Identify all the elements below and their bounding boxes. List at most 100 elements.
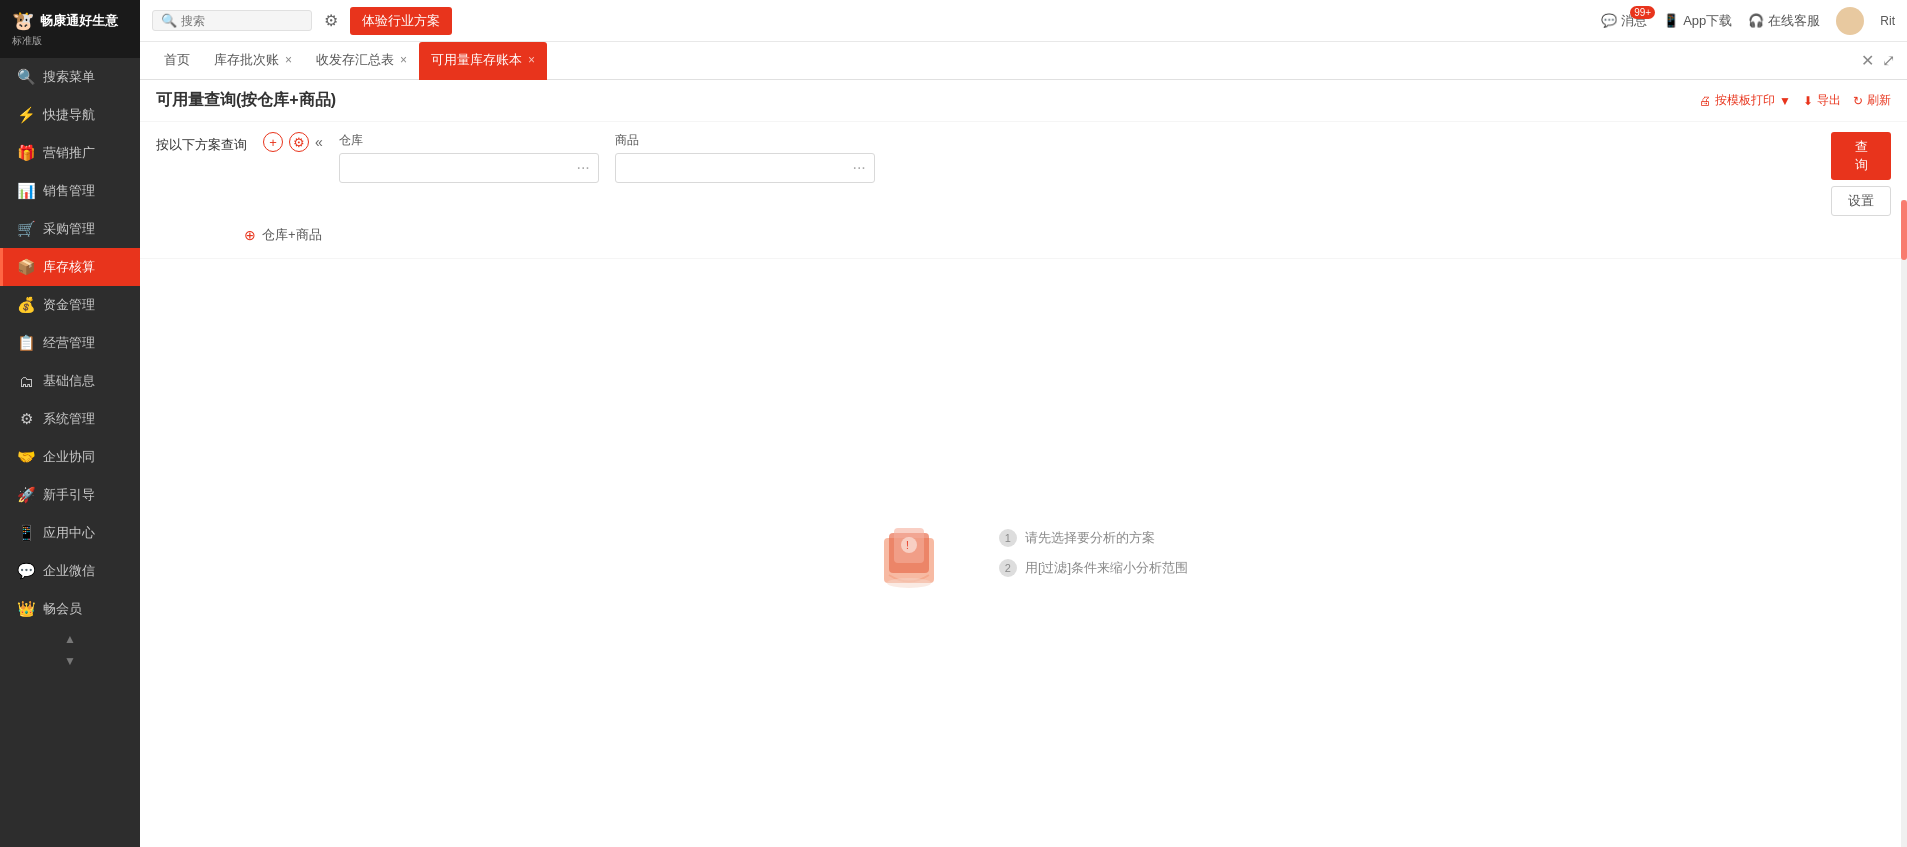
goods-label: 商品 <box>615 132 875 149</box>
app-download-btn[interactable]: 📱 App下载 <box>1663 12 1732 30</box>
query-btn[interactable]: 查询 <box>1831 132 1891 180</box>
refresh-label: 刷新 <box>1867 92 1891 109</box>
gear-icon: ⚙ <box>17 410 35 428</box>
sidebar-scroll: 🔍 搜索菜单 ⚡ 快捷导航 🎁 营销推广 📊 销售管理 🛒 采购管理 📦 库存核… <box>0 58 140 847</box>
tabs-right: ✕ ⤢ <box>1861 51 1895 70</box>
hint-num-2: 2 <box>999 559 1017 577</box>
tab-available-ledger-close[interactable]: × <box>528 53 535 67</box>
tab-home-label: 首页 <box>164 51 190 69</box>
main-wrapper: 🔍 ⚙ 体验行业方案 💬 消息 99+ 📱 App下载 🎧 在线客服 Rit <box>140 0 1907 847</box>
empty-state: ! 1 请先选择要分析的方案 2 用[过滤]条件来缩小分析范围 <box>140 259 1907 847</box>
search-icon: 🔍 <box>17 68 35 86</box>
query-label: 按以下方案查询 <box>156 132 247 154</box>
trial-btn[interactable]: 体验行业方案 <box>350 7 452 35</box>
filter-fields: 仓库 ··· 商品 ··· <box>339 132 1815 183</box>
warehouse-input[interactable]: ··· <box>339 153 599 183</box>
right-scrollbar[interactable] <box>1901 200 1907 847</box>
query-row: 按以下方案查询 + ⚙ « 仓库 ··· <box>156 132 1891 216</box>
sidebar-item-search[interactable]: 🔍 搜索菜单 <box>0 58 140 96</box>
sidebar-scroll-up[interactable]: ▲ <box>0 628 140 650</box>
tab-home[interactable]: 首页 <box>152 42 202 80</box>
empty-hints: 1 请先选择要分析的方案 2 用[过滤]条件来缩小分析范围 <box>999 529 1188 577</box>
gear-icon[interactable]: ⚙ <box>320 7 342 34</box>
service-label: 在线客服 <box>1768 12 1820 30</box>
sidebar-item-member[interactable]: 👑 畅会员 <box>0 590 140 628</box>
settings-scheme-btn[interactable]: ⚙ <box>289 132 309 152</box>
topbar-search-box[interactable]: 🔍 <box>152 10 312 31</box>
tab-batch-ledger[interactable]: 库存批次账 × <box>202 42 304 80</box>
username: Rit <box>1880 14 1895 28</box>
tab-available-ledger[interactable]: 可用量库存账本 × <box>419 42 547 80</box>
sidebar-item-label: 搜索菜单 <box>43 68 95 86</box>
phone-icon: 📱 <box>17 524 35 542</box>
sidebar-scroll-down[interactable]: ▼ <box>0 650 140 672</box>
sidebar-item-wechat[interactable]: 💬 企业微信 <box>0 552 140 590</box>
sidebar-item-apps[interactable]: 📱 应用中心 <box>0 514 140 552</box>
add-scheme-btn[interactable]: + <box>263 132 283 152</box>
sidebar-item-system[interactable]: ⚙ 系统管理 <box>0 400 140 438</box>
sidebar-item-label: 系统管理 <box>43 410 95 428</box>
scheme-item-warehouse-goods[interactable]: ⊕ 仓库+商品 <box>236 222 1891 248</box>
hint-text-2: 用[过滤]条件来缩小分析范围 <box>1025 559 1188 577</box>
message-badge: 99+ <box>1630 6 1655 19</box>
lightning-icon: ⚡ <box>17 106 35 124</box>
scheme-item-label: 仓库+商品 <box>262 226 322 244</box>
sidebar-item-enterprise[interactable]: 🤝 企业协同 <box>0 438 140 476</box>
goods-dots-btn[interactable]: ··· <box>852 159 865 177</box>
refresh-icon: ↻ <box>1853 94 1863 108</box>
sidebar-item-sales[interactable]: 📊 销售管理 <box>0 172 140 210</box>
tab-receipt-summary-close[interactable]: × <box>400 53 407 67</box>
sidebar-item-inventory[interactable]: 📦 库存核算 <box>0 248 140 286</box>
handshake-icon: 🤝 <box>17 448 35 466</box>
hint-text-1: 请先选择要分析的方案 <box>1025 529 1155 547</box>
tab-receipt-summary[interactable]: 收发存汇总表 × <box>304 42 419 80</box>
export-icon: ⬇ <box>1803 94 1813 108</box>
empty-hint-1: 1 请先选择要分析的方案 <box>999 529 1188 547</box>
query-scheme-header: + ⚙ « <box>263 132 323 152</box>
sidebar-item-newbie[interactable]: 🚀 新手引导 <box>0 476 140 514</box>
avatar <box>1836 7 1864 35</box>
cart-icon: 🛒 <box>17 220 35 238</box>
content-wrapper: 可用量查询(按仓库+商品) 🖨 按模板打印 ▼ ⬇ 导出 ↻ 刷新 <box>140 80 1907 847</box>
sidebar-item-purchase[interactable]: 🛒 采购管理 <box>0 210 140 248</box>
warehouse-dots-btn[interactable]: ··· <box>576 159 589 177</box>
sidebar-item-shortcut[interactable]: ⚡ 快捷导航 <box>0 96 140 134</box>
warehouse-field: 仓库 ··· <box>339 132 599 183</box>
print-btn[interactable]: 🖨 按模板打印 ▼ <box>1699 92 1791 109</box>
tab-batch-ledger-label: 库存批次账 <box>214 51 279 69</box>
message-btn[interactable]: 💬 消息 99+ <box>1601 12 1647 30</box>
sidebar-item-label: 畅会员 <box>43 600 82 618</box>
sidebar-item-label: 快捷导航 <box>43 106 95 124</box>
expand-btn[interactable]: ⤢ <box>1882 51 1895 70</box>
hint-num-1: 1 <box>999 529 1017 547</box>
chevron-down-icon: ▼ <box>1779 94 1791 108</box>
online-service-btn[interactable]: 🎧 在线客服 <box>1748 12 1820 30</box>
export-btn[interactable]: ⬇ 导出 <box>1803 92 1841 109</box>
sidebar-item-label: 采购管理 <box>43 220 95 238</box>
search-input[interactable] <box>181 14 301 28</box>
scheme-list: ⊕ 仓库+商品 <box>156 222 1891 248</box>
refresh-btn[interactable]: ↻ 刷新 <box>1853 92 1891 109</box>
sidebar-item-operations[interactable]: 📋 经营管理 <box>0 324 140 362</box>
sidebar-item-marketing[interactable]: 🎁 营销推广 <box>0 134 140 172</box>
svg-point-5 <box>887 578 931 588</box>
sidebar-item-finance[interactable]: 💰 资金管理 <box>0 286 140 324</box>
sidebar-subtitle: 标准版 <box>12 34 42 48</box>
empty-illustration: ! <box>859 503 959 603</box>
close-all-tabs-btn[interactable]: ✕ <box>1861 51 1874 70</box>
topbar-right: 💬 消息 99+ 📱 App下载 🎧 在线客服 Rit <box>1601 7 1895 35</box>
box-icon: 📦 <box>17 258 35 276</box>
setting-btn[interactable]: 设置 <box>1831 186 1891 216</box>
crown-icon: 👑 <box>17 600 35 618</box>
query-btns: 查询 设置 <box>1831 132 1891 216</box>
sidebar-item-label: 基础信息 <box>43 372 95 390</box>
collapse-btn[interactable]: « <box>315 134 323 150</box>
scrollbar-thumb[interactable] <box>1901 200 1907 260</box>
page-header: 可用量查询(按仓库+商品) 🖨 按模板打印 ▼ ⬇ 导出 ↻ 刷新 <box>140 80 1907 121</box>
sidebar-item-basic[interactable]: 🗂 基础信息 <box>0 362 140 400</box>
goods-input[interactable]: ··· <box>615 153 875 183</box>
query-section: 按以下方案查询 + ⚙ « 仓库 ··· <box>140 122 1907 258</box>
gift-icon: 🎁 <box>17 144 35 162</box>
tab-batch-ledger-close[interactable]: × <box>285 53 292 67</box>
goods-field: 商品 ··· <box>615 132 875 183</box>
